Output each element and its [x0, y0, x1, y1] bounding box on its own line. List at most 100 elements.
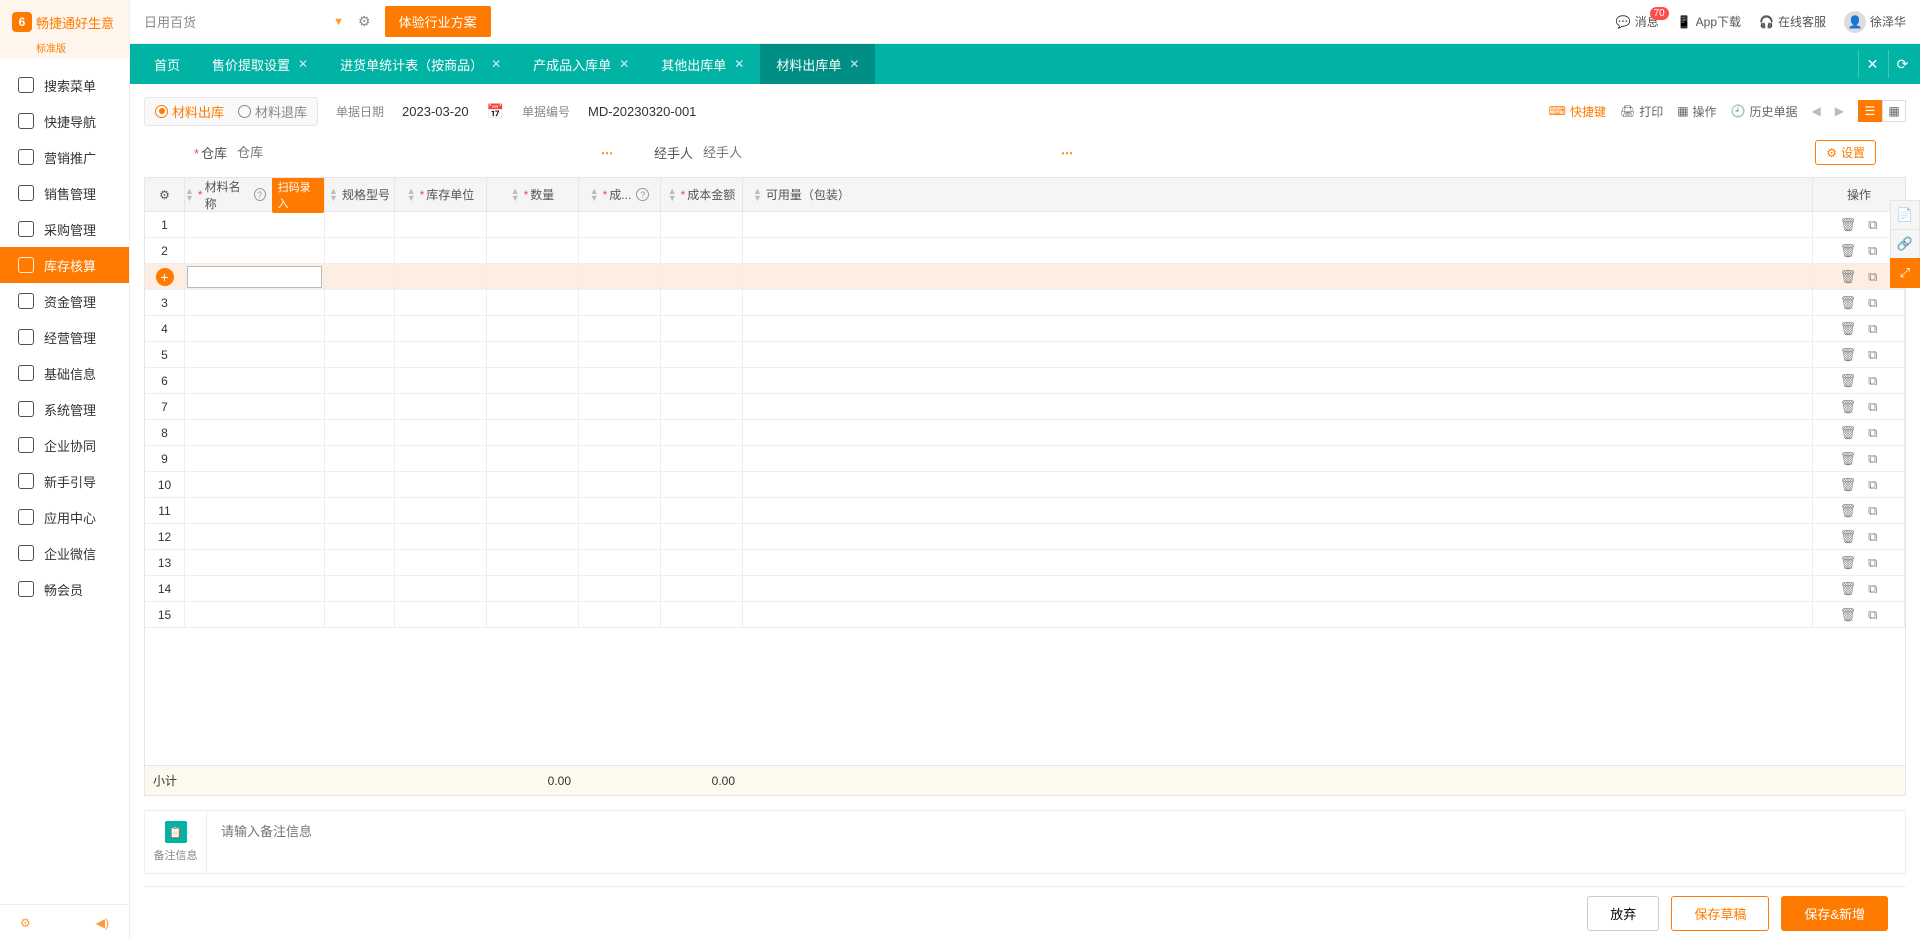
copy-icon[interactable]: ⧉: [1868, 243, 1877, 259]
operate-link[interactable]: ▦操作: [1677, 103, 1716, 120]
handler-more-icon[interactable]: ⋯: [1061, 146, 1074, 160]
handler-input[interactable]: [703, 145, 1051, 160]
cta-button[interactable]: 体验行业方案: [385, 6, 491, 37]
sidebar-item-6[interactable]: 资金管理: [0, 283, 129, 319]
shortcut-link[interactable]: ⌨快捷键: [1549, 103, 1606, 120]
col-qty[interactable]: ▲▼*数量: [487, 178, 579, 211]
history-link[interactable]: 🕘历史单据: [1731, 103, 1798, 120]
close-icon[interactable]: ✕: [619, 57, 629, 71]
tab-3[interactable]: 产成品入库单✕: [517, 44, 645, 84]
sidebar-item-13[interactable]: 企业微信: [0, 535, 129, 571]
radio-outbound[interactable]: 材料出库: [155, 102, 224, 121]
remark-input[interactable]: [207, 811, 1905, 873]
warehouse-input[interactable]: [237, 145, 591, 160]
table-row[interactable]: 10🗑⧉: [145, 472, 1905, 498]
close-icon[interactable]: ✕: [491, 57, 501, 71]
copy-icon[interactable]: ⧉: [1868, 477, 1877, 493]
dock-btn-2[interactable]: 🔗: [1890, 229, 1920, 259]
warehouse-more-icon[interactable]: ⋯: [601, 146, 614, 160]
help-icon[interactable]: ?: [636, 188, 649, 201]
sidebar-item-1[interactable]: 快捷导航: [0, 103, 129, 139]
view-card[interactable]: ▦: [1882, 100, 1906, 122]
copy-icon[interactable]: ⧉: [1868, 607, 1877, 623]
copy-icon[interactable]: ⧉: [1868, 503, 1877, 519]
table-row[interactable]: 5🗑⧉: [145, 342, 1905, 368]
sidebar-item-8[interactable]: 基础信息: [0, 355, 129, 391]
settings-button[interactable]: ⚙设置: [1815, 140, 1876, 165]
copy-icon[interactable]: ⧉: [1868, 217, 1877, 233]
copy-icon[interactable]: ⧉: [1868, 347, 1877, 363]
copy-icon[interactable]: ⧉: [1868, 295, 1877, 311]
table-row[interactable]: 8🗑⧉: [145, 420, 1905, 446]
delete-icon[interactable]: 🗑: [1840, 581, 1857, 597]
copy-icon[interactable]: ⧉: [1868, 581, 1877, 597]
messages-link[interactable]: 💬 消息 70: [1616, 13, 1659, 30]
delete-icon[interactable]: 🗑: [1840, 503, 1857, 519]
table-row[interactable]: 13🗑⧉: [145, 550, 1905, 576]
close-icon[interactable]: ✕: [849, 57, 859, 71]
delete-icon[interactable]: 🗑: [1840, 321, 1857, 337]
prev-icon[interactable]: ◀: [1812, 104, 1821, 118]
copy-icon[interactable]: ⧉: [1868, 269, 1877, 285]
table-row[interactable]: 2🗑⧉: [145, 238, 1905, 264]
copy-icon[interactable]: ⧉: [1868, 321, 1877, 337]
delete-icon[interactable]: 🗑: [1840, 373, 1857, 389]
delete-icon[interactable]: 🗑: [1840, 529, 1857, 545]
col-gear[interactable]: ⚙: [145, 178, 185, 211]
collapse-icon[interactable]: ◀): [96, 916, 109, 930]
copy-icon[interactable]: ⧉: [1868, 555, 1877, 571]
delete-icon[interactable]: 🗑: [1840, 295, 1857, 311]
save-draft-button[interactable]: 保存草稿: [1671, 896, 1769, 931]
table-row[interactable]: 9🗑⧉: [145, 446, 1905, 472]
calendar-icon[interactable]: 📅: [487, 103, 504, 120]
sidebar-item-14[interactable]: 畅会员: [0, 571, 129, 607]
table-row[interactable]: 4🗑⧉: [145, 316, 1905, 342]
date-value[interactable]: 2023-03-20: [402, 104, 469, 119]
name-input[interactable]: [187, 266, 322, 288]
tab-0[interactable]: 首页: [138, 44, 196, 84]
tab-refresh[interactable]: ⟳: [1888, 50, 1916, 78]
support-link[interactable]: 🎧在线客服: [1759, 13, 1826, 30]
dock-btn-1[interactable]: 📄: [1890, 200, 1920, 230]
dock-btn-3[interactable]: ⤢: [1890, 258, 1920, 288]
sidebar-item-10[interactable]: 企业协同: [0, 427, 129, 463]
sidebar-item-3[interactable]: 销售管理: [0, 175, 129, 211]
table-row[interactable]: 7🗑⧉: [145, 394, 1905, 420]
delete-icon[interactable]: 🗑: [1840, 269, 1857, 285]
sidebar-item-0[interactable]: 搜索菜单: [0, 67, 129, 103]
sidebar-item-7[interactable]: 经营管理: [0, 319, 129, 355]
tab-1[interactable]: 售价提取设置✕: [196, 44, 324, 84]
delete-icon[interactable]: 🗑: [1840, 425, 1857, 441]
table-row[interactable]: 11🗑⧉: [145, 498, 1905, 524]
close-icon[interactable]: ✕: [298, 57, 308, 71]
copy-icon[interactable]: ⧉: [1868, 399, 1877, 415]
user-menu[interactable]: 👤 徐泽华: [1844, 11, 1906, 33]
col-avail[interactable]: ▲▼可用量（包装）: [743, 178, 1813, 211]
delete-icon[interactable]: 🗑: [1840, 347, 1857, 363]
print-link[interactable]: 🖨打印: [1620, 103, 1663, 120]
tab-close-all[interactable]: ✕: [1858, 50, 1886, 78]
delete-icon[interactable]: 🗑: [1840, 243, 1857, 259]
col-unit[interactable]: ▲▼*库存单位: [395, 178, 487, 211]
col-cost[interactable]: ▲▼*成...?: [579, 178, 661, 211]
col-amount[interactable]: ▲▼*成本金额: [661, 178, 743, 211]
settings-icon[interactable]: ⚙: [20, 916, 31, 930]
next-icon[interactable]: ▶: [1835, 104, 1844, 118]
scan-button[interactable]: 扫码录入: [272, 177, 324, 213]
category-select[interactable]: 日用百货 ▼: [144, 12, 344, 31]
table-row[interactable]: 6🗑⧉: [145, 368, 1905, 394]
radio-return[interactable]: 材料退库: [238, 102, 307, 121]
close-icon[interactable]: ✕: [734, 57, 744, 71]
col-name[interactable]: ▲▼*材料名称?扫码录入: [185, 178, 325, 211]
sidebar-item-2[interactable]: 营销推广: [0, 139, 129, 175]
delete-icon[interactable]: 🗑: [1840, 477, 1857, 493]
table-row[interactable]: 14🗑⧉: [145, 576, 1905, 602]
tab-2[interactable]: 进货单统计表（按商品）✕: [324, 44, 517, 84]
tab-5[interactable]: 材料出库单✕: [760, 44, 875, 84]
delete-icon[interactable]: 🗑: [1840, 217, 1857, 233]
table-row[interactable]: 15🗑⧉: [145, 602, 1905, 628]
sidebar-item-9[interactable]: 系统管理: [0, 391, 129, 427]
save-new-button[interactable]: 保存&新增: [1781, 896, 1888, 931]
sidebar-item-11[interactable]: 新手引导: [0, 463, 129, 499]
delete-icon[interactable]: 🗑: [1840, 607, 1857, 623]
